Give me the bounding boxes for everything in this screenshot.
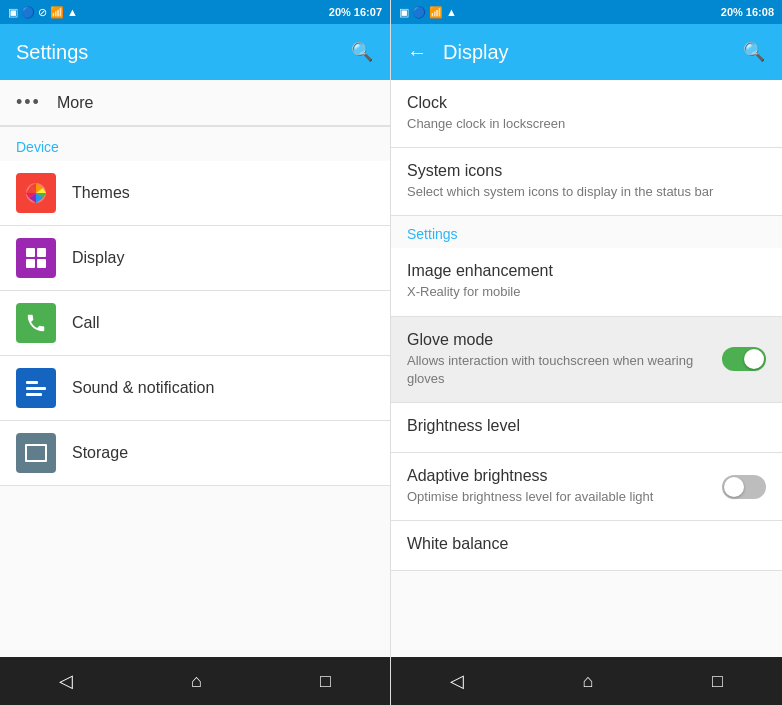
display-item-white-balance[interactable]: White balance <box>391 521 782 571</box>
left-panel: ▣ 🔵 ⊘ 📶 ▲ 20% 16:07 Settings 🔍 ••• More … <box>0 0 391 705</box>
themes-label: Themes <box>72 184 130 202</box>
back-button[interactable]: ← <box>407 41 427 64</box>
right-panel: ▣ 🔵 📶 ▲ 20% 16:08 ← Display 🔍 Clock Chan… <box>391 0 782 705</box>
bottom-nav-right: ◁ ⌂ □ <box>391 657 782 705</box>
adaptive-brightness-text-block: Adaptive brightness Optimise brightness … <box>407 467 710 506</box>
toggle-thumb <box>744 349 764 369</box>
clock-title: Clock <box>407 94 766 112</box>
system-icons-title: System icons <box>407 162 766 180</box>
status-bar-right-icons: 20% 16:07 <box>329 6 382 18</box>
clock-subtitle: Change clock in lockscreen <box>407 115 766 133</box>
display-icon-bg <box>16 238 56 278</box>
display-item-glove-mode[interactable]: Glove mode Allows interaction with touch… <box>391 317 782 403</box>
themes-svg-icon <box>24 181 48 205</box>
storage-icon-bg <box>16 433 56 473</box>
glove-mode-title: Glove mode <box>407 331 710 349</box>
call-label: Call <box>72 314 100 332</box>
display-settings-section: Settings <box>391 216 782 248</box>
status-bar-left-icons: ▣ 🔵 ⊘ 📶 ▲ <box>8 6 78 19</box>
call-svg-icon <box>25 312 47 334</box>
display-label: Display <box>72 249 124 267</box>
display-title: Display <box>443 41 742 64</box>
settings-app-bar: Settings 🔍 <box>0 24 390 80</box>
sound-icon-bg <box>16 368 56 408</box>
adaptive-toggle-thumb <box>724 477 744 497</box>
search-icon[interactable]: 🔍 <box>350 40 374 64</box>
time-right: 16:08 <box>746 6 774 18</box>
nav-home-left[interactable]: ⌂ <box>175 663 218 700</box>
more-item[interactable]: ••• More <box>0 80 390 126</box>
more-dots: ••• <box>16 92 41 113</box>
display-svg-icon <box>26 248 46 268</box>
display-item-system-icons[interactable]: System icons Select which system icons t… <box>391 148 782 216</box>
bottom-nav-left: ◁ ⌂ □ <box>0 657 390 705</box>
status-bar-right-right-icons: 20% 16:08 <box>721 6 774 18</box>
battery-right: 20% <box>721 6 743 18</box>
nav-home-right[interactable]: ⌂ <box>567 663 610 700</box>
nav-square-right[interactable]: □ <box>696 663 739 700</box>
status-bar-left: ▣ 🔵 ⊘ 📶 ▲ 20% 16:07 <box>0 0 390 24</box>
image-enhancement-title: Image enhancement <box>407 262 766 280</box>
settings-item-call[interactable]: Call <box>0 291 390 356</box>
sound-svg-icon <box>26 381 46 396</box>
adaptive-brightness-toggle[interactable] <box>722 475 766 499</box>
status-bar-right-left-icons: ▣ 🔵 📶 ▲ <box>399 6 457 19</box>
adaptive-brightness-subtitle: Optimise brightness level for available … <box>407 488 710 506</box>
more-label: More <box>57 94 93 112</box>
themes-icon-bg <box>16 173 56 213</box>
battery-indicator: 20% <box>329 6 351 18</box>
settings-item-storage[interactable]: Storage <box>0 421 390 486</box>
settings-item-themes[interactable]: Themes <box>0 161 390 226</box>
image-enhancement-subtitle: X-Reality for mobile <box>407 283 766 301</box>
nav-back-left[interactable]: ◁ <box>43 662 89 700</box>
display-item-brightness[interactable]: Brightness level <box>391 403 782 453</box>
glove-mode-toggle[interactable] <box>722 347 766 371</box>
status-bar-right: ▣ 🔵 📶 ▲ 20% 16:08 <box>391 0 782 24</box>
nav-back-right[interactable]: ◁ <box>434 662 480 700</box>
settings-list: ••• More Device Themes <box>0 80 390 657</box>
settings-item-display[interactable]: Display <box>0 226 390 291</box>
device-section-header: Device <box>0 127 390 161</box>
display-search-icon[interactable]: 🔍 <box>742 40 766 64</box>
storage-svg-icon <box>25 444 47 462</box>
display-settings-list: Clock Change clock in lockscreen System … <box>391 80 782 657</box>
glove-mode-text-block: Glove mode Allows interaction with touch… <box>407 331 710 388</box>
display-app-bar: ← Display 🔍 <box>391 24 782 80</box>
brightness-title: Brightness level <box>407 417 766 435</box>
settings-title: Settings <box>16 41 350 64</box>
time-left: 16:07 <box>354 6 382 18</box>
call-icon-bg <box>16 303 56 343</box>
display-item-clock[interactable]: Clock Change clock in lockscreen <box>391 80 782 148</box>
settings-item-sound[interactable]: Sound & notification <box>0 356 390 421</box>
display-item-image-enhancement[interactable]: Image enhancement X-Reality for mobile <box>391 248 782 316</box>
sound-label: Sound & notification <box>72 379 214 397</box>
adaptive-brightness-title: Adaptive brightness <box>407 467 710 485</box>
system-icons-subtitle: Select which system icons to display in … <box>407 183 766 201</box>
display-item-adaptive-brightness[interactable]: Adaptive brightness Optimise brightness … <box>391 453 782 521</box>
white-balance-title: White balance <box>407 535 766 553</box>
nav-square-left[interactable]: □ <box>304 663 347 700</box>
glove-mode-subtitle: Allows interaction with touchscreen when… <box>407 352 710 388</box>
storage-label: Storage <box>72 444 128 462</box>
